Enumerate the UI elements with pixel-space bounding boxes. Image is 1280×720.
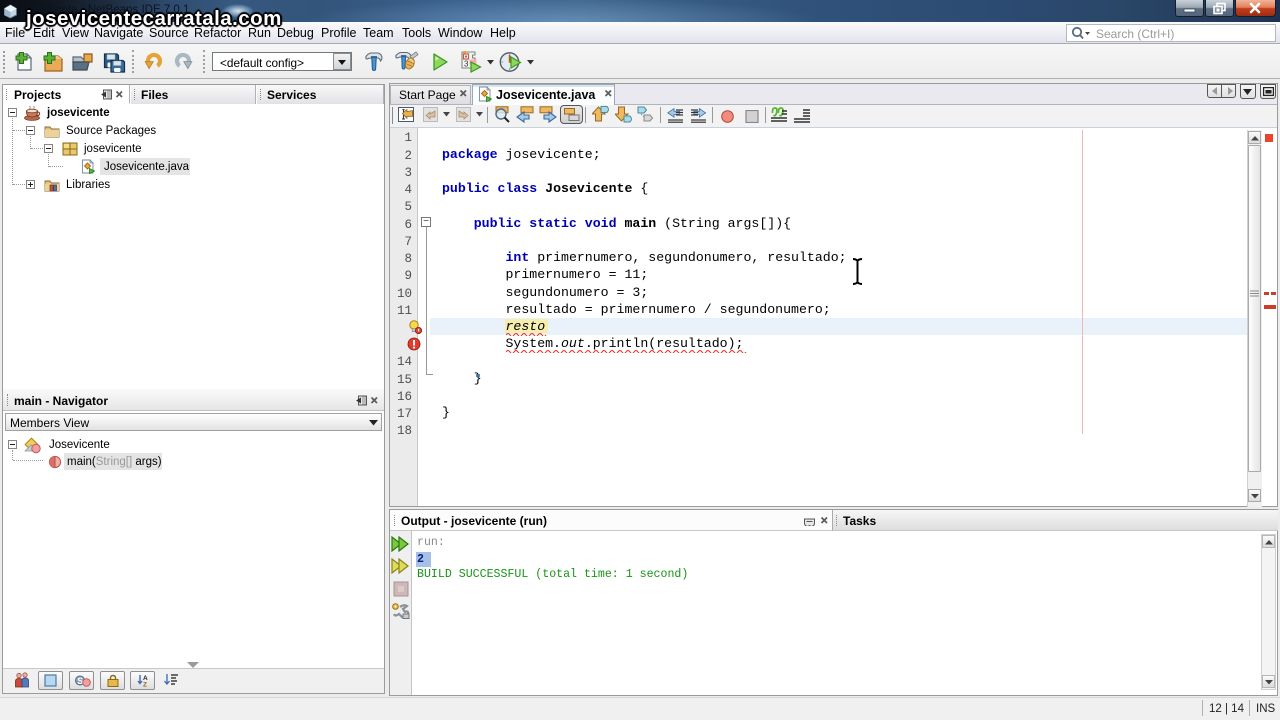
svg-text:3: 3 bbox=[464, 60, 469, 69]
svg-text:S: S bbox=[77, 676, 83, 686]
svg-text:Z: Z bbox=[143, 682, 147, 688]
